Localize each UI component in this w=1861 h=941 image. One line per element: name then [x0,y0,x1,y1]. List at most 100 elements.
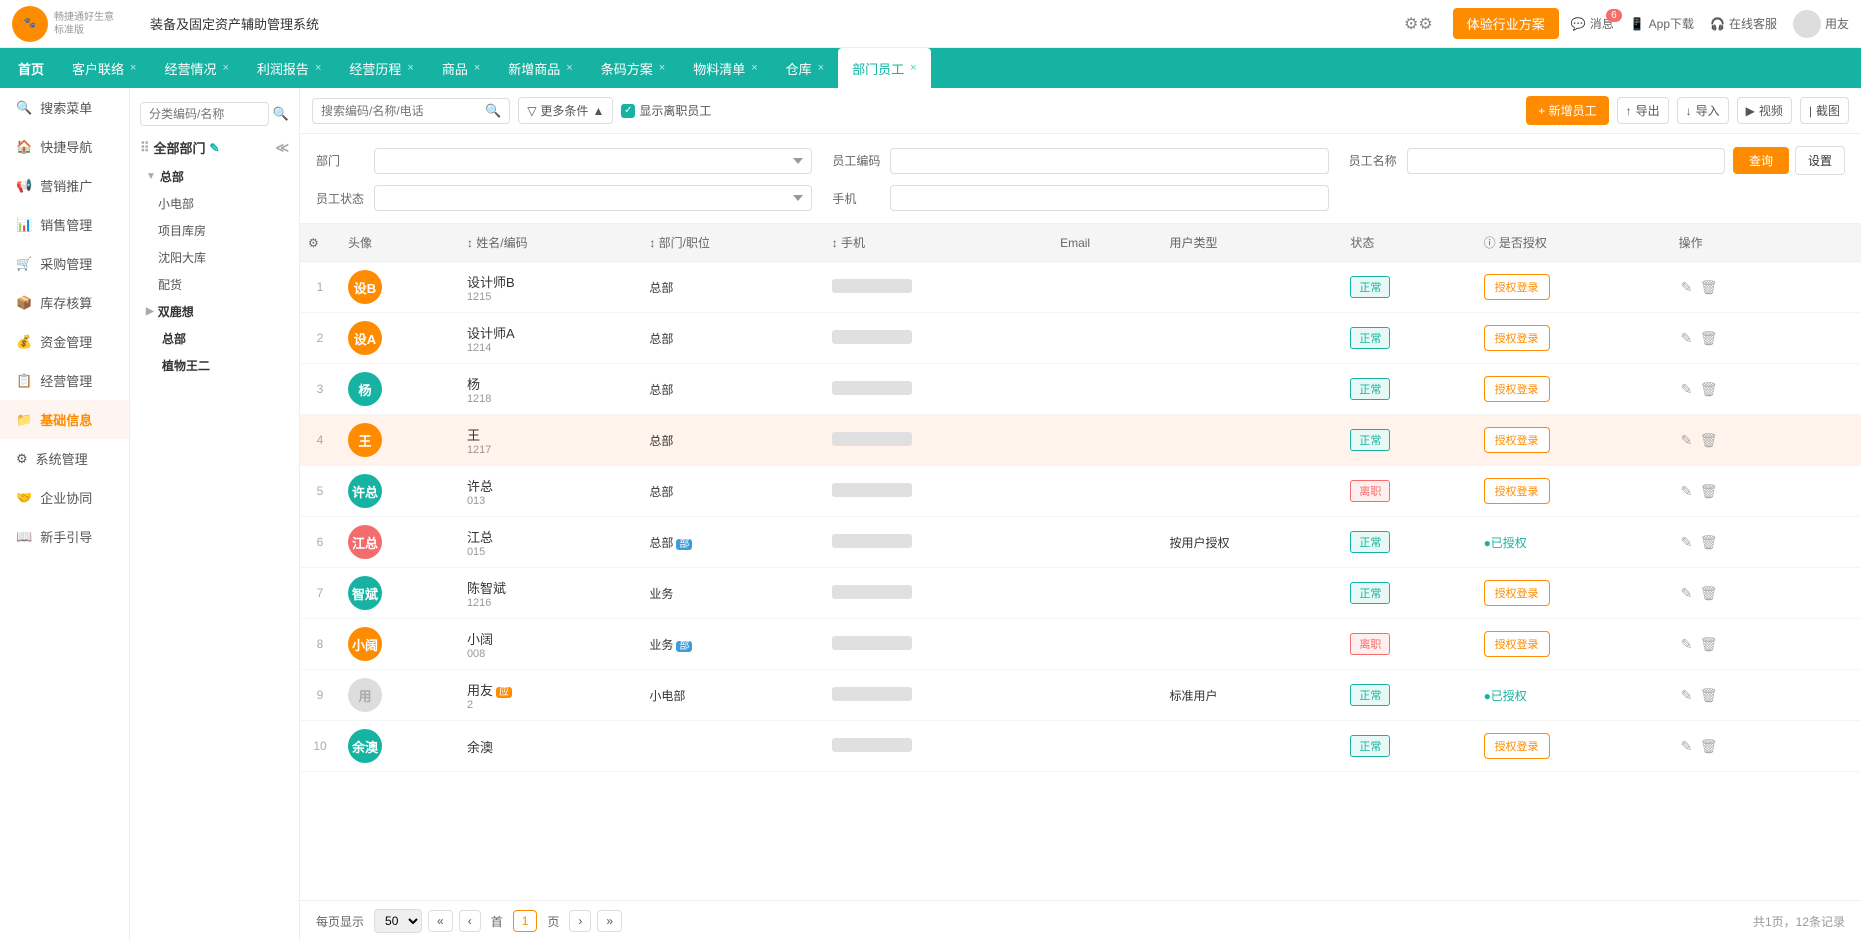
edit-button[interactable]: ✎ [1681,738,1693,754]
dept-group-zongbu[interactable]: 总部 [130,325,299,352]
status-filter-select[interactable] [374,185,812,211]
tab-home[interactable]: 首页 [4,48,58,88]
settings-icon[interactable]: ⚙ [1404,14,1433,34]
dept-group-general[interactable]: ▼ 总部 [130,163,299,190]
close-icon[interactable]: × [751,62,757,74]
sidebar-item-management[interactable]: 📋 经营管理 [0,361,129,400]
collapse-dept-icon[interactable]: ≪ [275,140,289,156]
auth-button[interactable]: 授权登录 [1484,274,1550,300]
edit-dept-icon[interactable]: ✎ [210,141,220,155]
tab-goods[interactable]: 商品 × [428,48,494,88]
sidebar-item-purchase[interactable]: 🛒 采购管理 [0,244,129,283]
auth-button[interactable]: 授权登录 [1484,376,1550,402]
show-resigned-checkbox[interactable]: ✓ [621,104,635,118]
dept-item-xiaobu[interactable]: 小电部 [130,190,299,217]
emp-code-input[interactable] [890,148,1328,174]
cell-auth[interactable]: ●已授权 [1476,670,1671,721]
close-icon[interactable]: × [222,62,228,74]
edit-button[interactable]: ✎ [1681,279,1693,295]
sidebar-item-collab[interactable]: 🤝 企业协同 [0,478,129,517]
delete-button[interactable]: 🗑 [1700,483,1718,499]
col-phone[interactable]: ↕ 手机 [824,224,1052,262]
edit-button[interactable]: ✎ [1681,534,1693,550]
tab-customer[interactable]: 客户联络 × [58,48,150,88]
dept-group-zhiwu[interactable]: 植物王二 [130,352,299,379]
add-employee-button[interactable]: + 新增员工 [1526,96,1608,125]
dept-all-header[interactable]: ⠿ 全部部门 ✎ ≪ [130,132,299,163]
cell-auth[interactable]: 授权登录 [1476,568,1671,619]
close-icon[interactable]: × [818,62,824,74]
sidebar-item-marketing[interactable]: 📢 营销推广 [0,166,129,205]
sidebar-item-sales[interactable]: 📊 销售管理 [0,205,129,244]
close-icon[interactable]: × [474,62,480,74]
sidebar-item-basic[interactable]: 📁 基础信息 [0,400,129,439]
import-button[interactable]: ↓ 导入 [1677,97,1729,124]
cell-auth[interactable]: 授权登录 [1476,619,1671,670]
cell-auth[interactable]: 授权登录 [1476,415,1671,466]
close-icon[interactable]: × [315,62,321,74]
delete-button[interactable]: 🗑 [1700,585,1718,601]
delete-button[interactable]: 🗑 [1700,330,1718,346]
delete-button[interactable]: 🗑 [1700,687,1718,703]
dept-item-shenyang[interactable]: 沈阳大库 [130,244,299,271]
page-size-select[interactable]: 50 [374,909,422,933]
prev-page-button[interactable]: ‹ [459,910,481,932]
close-icon[interactable]: × [407,62,413,74]
sidebar-item-nav[interactable]: 🏠 快捷导航 [0,127,129,166]
trial-button[interactable]: 体验行业方案 [1453,8,1559,39]
edit-button[interactable]: ✎ [1681,687,1693,703]
close-icon[interactable]: × [659,62,665,74]
dept-filter-select[interactable] [374,148,812,174]
tab-barcode[interactable]: 条码方案 × [587,48,679,88]
view-button[interactable]: ▶ 视频 [1737,97,1792,124]
last-page-button[interactable]: » [597,910,622,932]
edit-button[interactable]: ✎ [1681,483,1693,499]
export-button[interactable]: ↑ 导出 [1617,97,1669,124]
edit-button[interactable]: ✎ [1681,432,1693,448]
delete-button[interactable]: 🗑 [1700,738,1718,754]
auth-button[interactable]: 授权登录 [1484,427,1550,453]
set-button[interactable]: 设置 [1795,146,1845,175]
close-icon[interactable]: × [130,62,136,74]
delete-button[interactable]: 🗑 [1700,534,1718,550]
tab-profit[interactable]: 利润报告 × [243,48,335,88]
service-item[interactable]: 🎧 在线客服 [1710,15,1777,32]
query-button[interactable]: 查询 [1733,147,1789,174]
next-page-button[interactable]: › [569,910,591,932]
sidebar-item-finance[interactable]: 💰 资金管理 [0,322,129,361]
tab-operation[interactable]: 经营情况 × [150,48,242,88]
auth-button[interactable]: 授权登录 [1484,631,1550,657]
edit-button[interactable]: ✎ [1681,381,1693,397]
col-name[interactable]: ↕ 姓名/编码 [459,224,641,262]
tab-history[interactable]: 经营历程 × [335,48,427,88]
tab-add-goods[interactable]: 新增商品 × [494,48,586,88]
message-icon-item[interactable]: 💬 消息 6 [1571,15,1614,32]
delete-button[interactable]: 🗑 [1700,279,1718,295]
delete-button[interactable]: 🗑 [1700,432,1718,448]
delete-button[interactable]: 🗑 [1700,636,1718,652]
edit-button[interactable]: ✎ [1681,636,1693,652]
sidebar-item-search[interactable]: 🔍 搜索菜单 [0,88,129,127]
edit-button[interactable]: ✎ [1681,585,1693,601]
dept-item-peihuo[interactable]: 配货 [130,271,299,298]
auth-button[interactable]: 授权登录 [1484,478,1550,504]
cell-auth[interactable]: 授权登录 [1476,364,1671,415]
sidebar-item-guide[interactable]: 📖 新手引导 [0,517,129,556]
dept-item-project[interactable]: 项目库房 [130,217,299,244]
auth-button[interactable]: 授权登录 [1484,325,1550,351]
cell-auth[interactable]: 授权登录 [1476,262,1671,313]
tab-bom[interactable]: 物料清单 × [679,48,771,88]
cell-auth[interactable]: 授权登录 [1476,721,1671,772]
dept-group-shuanglu[interactable]: ▶ 双鹿想 [130,298,299,325]
cell-auth[interactable]: 授权登录 [1476,466,1671,517]
help-button[interactable]: | 截图 [1800,97,1849,124]
tab-department[interactable]: 部门员工 × [838,48,930,88]
user-item[interactable]: 用友 [1793,10,1849,38]
tab-warehouse[interactable]: 仓库 × [772,48,838,88]
auth-button[interactable]: 授权登录 [1484,733,1550,759]
show-resigned-wrap[interactable]: ✓ 显示离职员工 [621,102,711,119]
emp-search-input[interactable] [321,104,481,118]
cell-auth[interactable]: 授权登录 [1476,313,1671,364]
first-page-button[interactable]: « [428,910,453,932]
sidebar-item-system[interactable]: ⚙ 系统管理 [0,439,129,478]
